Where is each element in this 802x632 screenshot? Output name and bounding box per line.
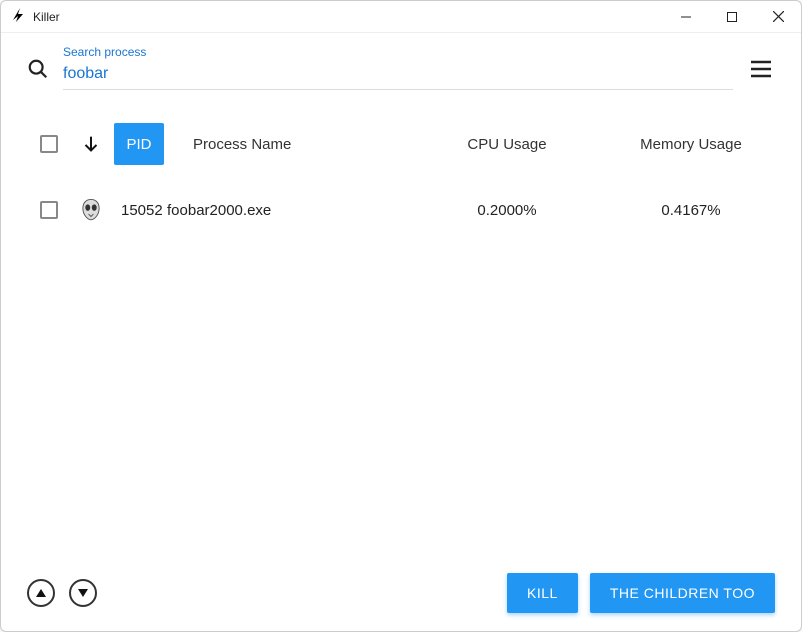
row-process-name: foobar2000.exe	[167, 202, 271, 219]
select-all-checkbox[interactable]	[40, 135, 58, 153]
column-pid-chip[interactable]: PID	[114, 123, 164, 165]
column-pid-label: PID	[126, 136, 151, 153]
kill-children-button[interactable]: THE CHILDREN TOO	[590, 573, 775, 613]
scroll-down-button[interactable]	[69, 579, 97, 607]
close-button[interactable]	[755, 1, 801, 33]
search-field[interactable]: Search process	[63, 47, 733, 90]
menu-icon[interactable]	[747, 60, 775, 78]
search-label: Search process	[63, 45, 146, 59]
search-row: Search process	[27, 47, 775, 90]
app-window: Killer Search process	[0, 0, 802, 632]
sort-arrow-icon[interactable]	[80, 133, 102, 155]
row-checkbox[interactable]	[40, 201, 58, 219]
kill-button[interactable]: KILL	[507, 573, 578, 613]
row-pid: 15052	[121, 202, 163, 219]
footer: KILL THE CHILDREN TOO	[27, 561, 775, 613]
search-icon	[27, 58, 49, 80]
column-mem-label[interactable]: Memory Usage	[640, 136, 742, 153]
scroll-up-button[interactable]	[27, 579, 55, 607]
titlebar: Killer	[1, 1, 801, 33]
maximize-button[interactable]	[709, 1, 755, 33]
table-row[interactable]: 15052 foobar2000.exe 0.2000% 0.4167%	[27, 186, 775, 234]
process-icon	[77, 196, 105, 224]
table-header: PID Process Name CPU Usage Memory Usage	[27, 120, 775, 168]
window-title: Killer	[33, 10, 60, 24]
column-cpu-label[interactable]: CPU Usage	[467, 136, 546, 153]
search-input[interactable]	[63, 61, 733, 89]
app-icon	[11, 6, 25, 27]
column-name-label[interactable]: Process Name	[193, 136, 291, 153]
minimize-button[interactable]	[663, 1, 709, 33]
row-mem: 0.4167%	[661, 202, 720, 219]
row-cpu: 0.2000%	[477, 202, 536, 219]
